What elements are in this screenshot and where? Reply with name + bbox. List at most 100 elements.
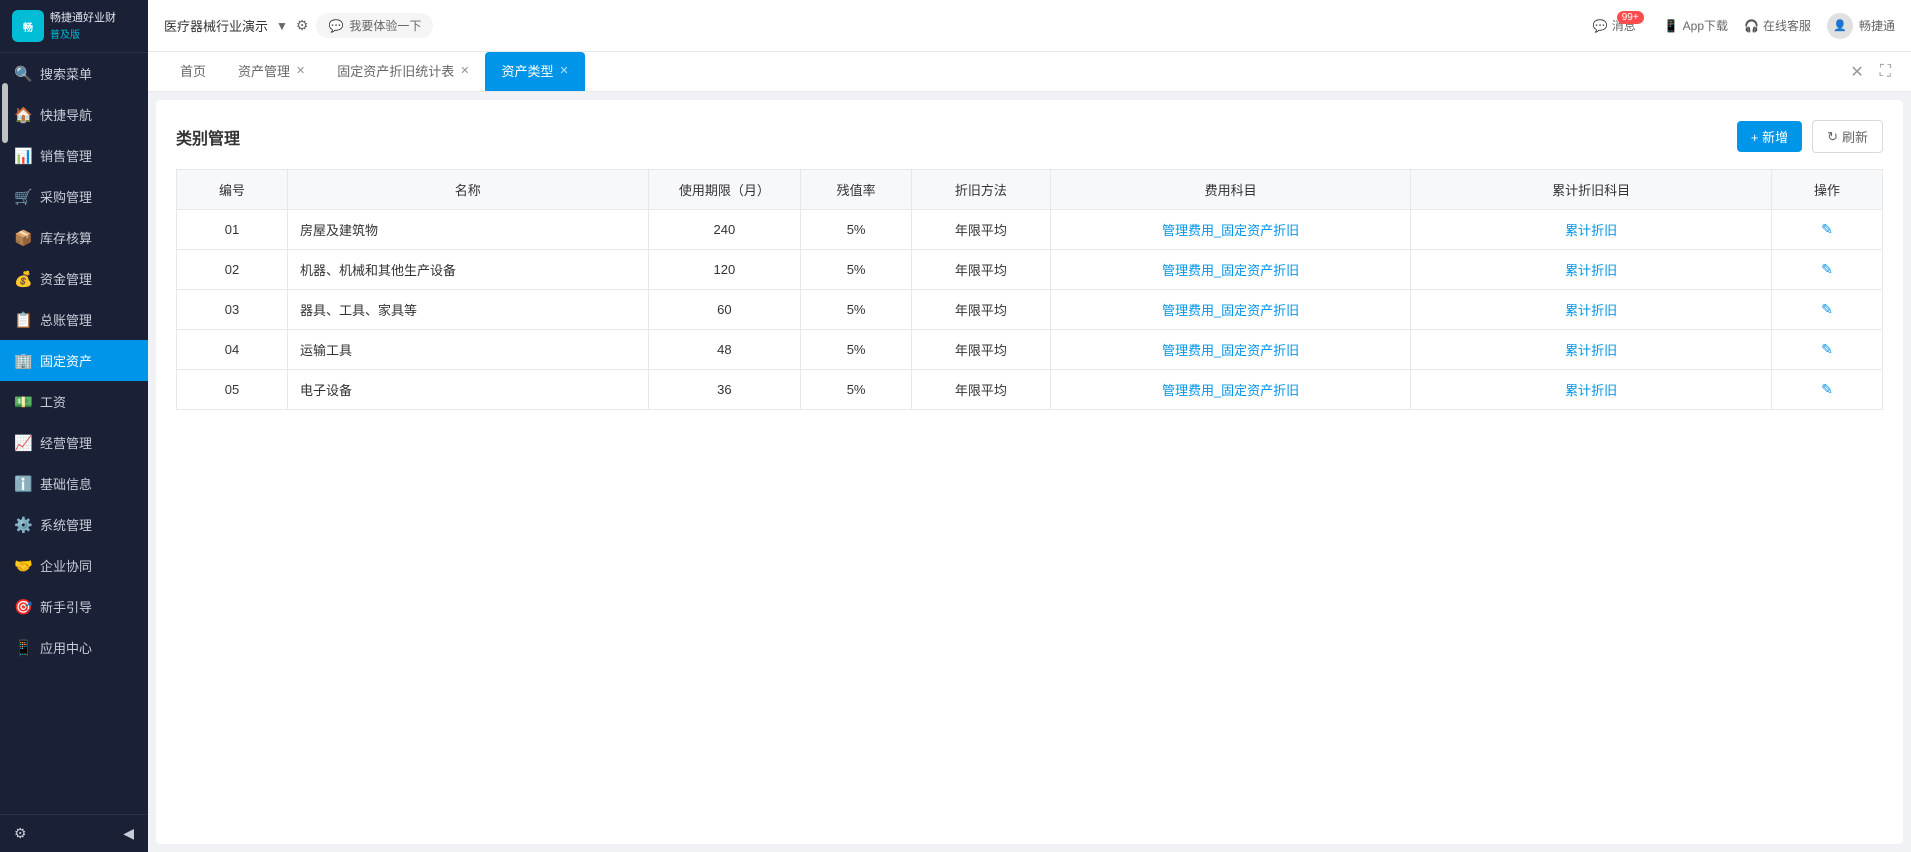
sales-icon: 📊 [14, 147, 32, 165]
cell-operation: ✎ [1771, 290, 1882, 330]
cell-method: 年限平均 [912, 210, 1051, 250]
message-action[interactable]: 💬 消息 99+ [1593, 17, 1636, 34]
cell-depreciation-account: 累计折旧 [1411, 330, 1772, 370]
cell-operation: ✎ [1771, 330, 1882, 370]
tab-asset-mgmt[interactable]: 资产管理 ✕ [222, 52, 321, 91]
col-header-expense-account: 费用科目 [1050, 170, 1411, 210]
edit-icon[interactable]: ✎ [1821, 341, 1833, 357]
capital-icon: 💰 [14, 270, 32, 288]
table-row: 04 运输工具 48 5% 年限平均 管理费用_固定资产折旧 累计折旧 ✎ [177, 330, 1883, 370]
cell-code: 05 [177, 370, 288, 410]
edit-icon[interactable]: ✎ [1821, 221, 1833, 237]
app-download-action[interactable]: 📱 App下载 [1664, 17, 1728, 34]
sidebar-item-search[interactable]: 🔍 搜索菜单 [0, 53, 148, 94]
tab-close-asset-mgmt[interactable]: ✕ [296, 64, 305, 77]
col-header-name: 名称 [287, 170, 648, 210]
sidebar-item-label: 快捷导航 [40, 105, 92, 124]
page-header: 类别管理 + 新增 ↻ 刷新 [176, 120, 1883, 153]
tab-expand-btn[interactable]: ⛶ [1876, 61, 1895, 83]
app-logo: 畅 畅捷通好业财 普及版 [0, 0, 148, 53]
purchase-icon: 🛒 [14, 188, 32, 206]
app-download-icon: 📱 [1664, 19, 1679, 33]
settings-icon[interactable]: ⚙ [14, 825, 27, 842]
sidebar-item-label: 库存核算 [40, 228, 92, 247]
demo-bubble-icon: 💬 [328, 19, 343, 33]
tab-depreciation-report[interactable]: 固定资产折旧统计表 ✕ [321, 52, 485, 91]
sidebar-item-ledger[interactable]: 📋 总账管理 [0, 299, 148, 340]
depreciation-account-link[interactable]: 累计折旧 [1565, 223, 1617, 238]
sidebar-item-system[interactable]: ⚙️ 系统管理 [0, 504, 148, 545]
sidebar-item-app-center[interactable]: 📱 应用中心 [0, 627, 148, 668]
tab-asset-type[interactable]: 资产类型 ✕ [485, 52, 584, 91]
cell-expense-account: 管理费用_固定资产折旧 [1050, 290, 1411, 330]
refresh-icon: ↻ [1827, 129, 1838, 145]
sidebar-item-quick-nav[interactable]: 🏠 快捷导航 [0, 94, 148, 135]
topbar-gear-icon[interactable]: ⚙ [296, 17, 309, 34]
cell-method: 年限平均 [912, 250, 1051, 290]
cell-depreciation-account: 累计折旧 [1411, 370, 1772, 410]
user-profile[interactable]: 👤 畅捷通 [1827, 13, 1895, 39]
tab-home[interactable]: 首页 [164, 52, 222, 91]
sidebar-item-inventory[interactable]: 📦 库存核算 [0, 217, 148, 258]
col-header-code: 编号 [177, 170, 288, 210]
cell-period: 120 [648, 250, 801, 290]
sidebar-item-sales[interactable]: 📊 销售管理 [0, 135, 148, 176]
expense-account-link[interactable]: 管理费用_固定资产折旧 [1162, 303, 1299, 318]
cell-code: 01 [177, 210, 288, 250]
col-header-residual: 残值率 [801, 170, 912, 210]
depreciation-account-link[interactable]: 累计折旧 [1565, 303, 1617, 318]
sidebar-item-capital[interactable]: 💰 资金管理 [0, 258, 148, 299]
main-area: 医疗器械行业演示 ▼ ⚙ 💬 我要体验一下 💬 消息 99+ 📱 App下载 🎧… [148, 0, 1911, 852]
expense-account-link[interactable]: 管理费用_固定资产折旧 [1162, 263, 1299, 278]
sidebar-item-operations[interactable]: 📈 经营管理 [0, 422, 148, 463]
cell-period: 36 [648, 370, 801, 410]
logo-edition: 普及版 [50, 26, 116, 41]
edit-icon[interactable]: ✎ [1821, 301, 1833, 317]
expense-account-link[interactable]: 管理费用_固定资产折旧 [1162, 383, 1299, 398]
tab-close-asset-type[interactable]: ✕ [560, 64, 569, 77]
tab-label: 资产类型 [501, 61, 553, 80]
sidebar-item-guide[interactable]: 🎯 新手引导 [0, 586, 148, 627]
topbar-dropdown-icon[interactable]: ▼ [276, 19, 288, 33]
cell-code: 02 [177, 250, 288, 290]
depreciation-account-link[interactable]: 累计折旧 [1565, 383, 1617, 398]
cell-name: 机器、机械和其他生产设备 [287, 250, 648, 290]
category-table: 编号 名称 使用期限（月） 残值率 折旧方法 费用科目 累计折旧科目 操作 01… [176, 169, 1883, 410]
sidebar-item-label: 企业协同 [40, 556, 92, 575]
sidebar: 畅 畅捷通好业财 普及版 🔍 搜索菜单 🏠 快捷导航 📊 销售管理 🛒 采购管理… [0, 0, 148, 852]
sidebar-item-fixed-assets[interactable]: 🏢 固定资产 [0, 340, 148, 381]
table-row: 03 器具、工具、家具等 60 5% 年限平均 管理费用_固定资产折旧 累计折旧… [177, 290, 1883, 330]
refresh-button[interactable]: ↻ 刷新 [1812, 120, 1883, 153]
col-header-method: 折旧方法 [912, 170, 1051, 210]
sidebar-item-cooperation[interactable]: 🤝 企业协同 [0, 545, 148, 586]
depreciation-account-link[interactable]: 累计折旧 [1565, 263, 1617, 278]
base-info-icon: ℹ️ [14, 475, 32, 493]
cell-depreciation-account: 累计折旧 [1411, 210, 1772, 250]
expense-account-link[interactable]: 管理费用_固定资产折旧 [1162, 343, 1299, 358]
tab-label: 固定资产折旧统计表 [337, 61, 454, 80]
online-service-icon: 🎧 [1744, 19, 1759, 33]
content-area: 类别管理 + 新增 ↻ 刷新 编号 名称 使用期限（月） 残值率 折旧方法 费用… [156, 100, 1903, 844]
sidebar-item-label: 资金管理 [40, 269, 92, 288]
table-row: 01 房屋及建筑物 240 5% 年限平均 管理费用_固定资产折旧 累计折旧 ✎ [177, 210, 1883, 250]
online-service-action[interactable]: 🎧 在线客服 [1744, 17, 1811, 34]
page-title: 类别管理 [176, 125, 240, 149]
tab-close-depreciation[interactable]: ✕ [460, 64, 469, 77]
payroll-icon: 💵 [14, 393, 32, 411]
topbar-demo-btn[interactable]: 💬 我要体验一下 [316, 13, 433, 38]
new-button[interactable]: + 新增 [1737, 121, 1802, 152]
logo-icon: 畅 [12, 10, 44, 42]
depreciation-account-link[interactable]: 累计折旧 [1565, 343, 1617, 358]
sidebar-item-base-info[interactable]: ℹ️ 基础信息 [0, 463, 148, 504]
edit-icon[interactable]: ✎ [1821, 381, 1833, 397]
expense-account-link[interactable]: 管理费用_固定资产折旧 [1162, 223, 1299, 238]
sidebar-item-purchase[interactable]: 🛒 采购管理 [0, 176, 148, 217]
tab-close-window-btn[interactable]: ✕ [1846, 60, 1867, 84]
table-row: 02 机器、机械和其他生产设备 120 5% 年限平均 管理费用_固定资产折旧 … [177, 250, 1883, 290]
edit-icon[interactable]: ✎ [1821, 261, 1833, 277]
logo-name: 畅捷通好业财 [50, 11, 116, 26]
collapse-icon[interactable]: ◀ [123, 825, 134, 842]
sidebar-item-payroll[interactable]: 💵 工资 [0, 381, 148, 422]
cell-residual: 5% [801, 330, 912, 370]
sidebar-footer: ⚙ ◀ [0, 814, 148, 852]
